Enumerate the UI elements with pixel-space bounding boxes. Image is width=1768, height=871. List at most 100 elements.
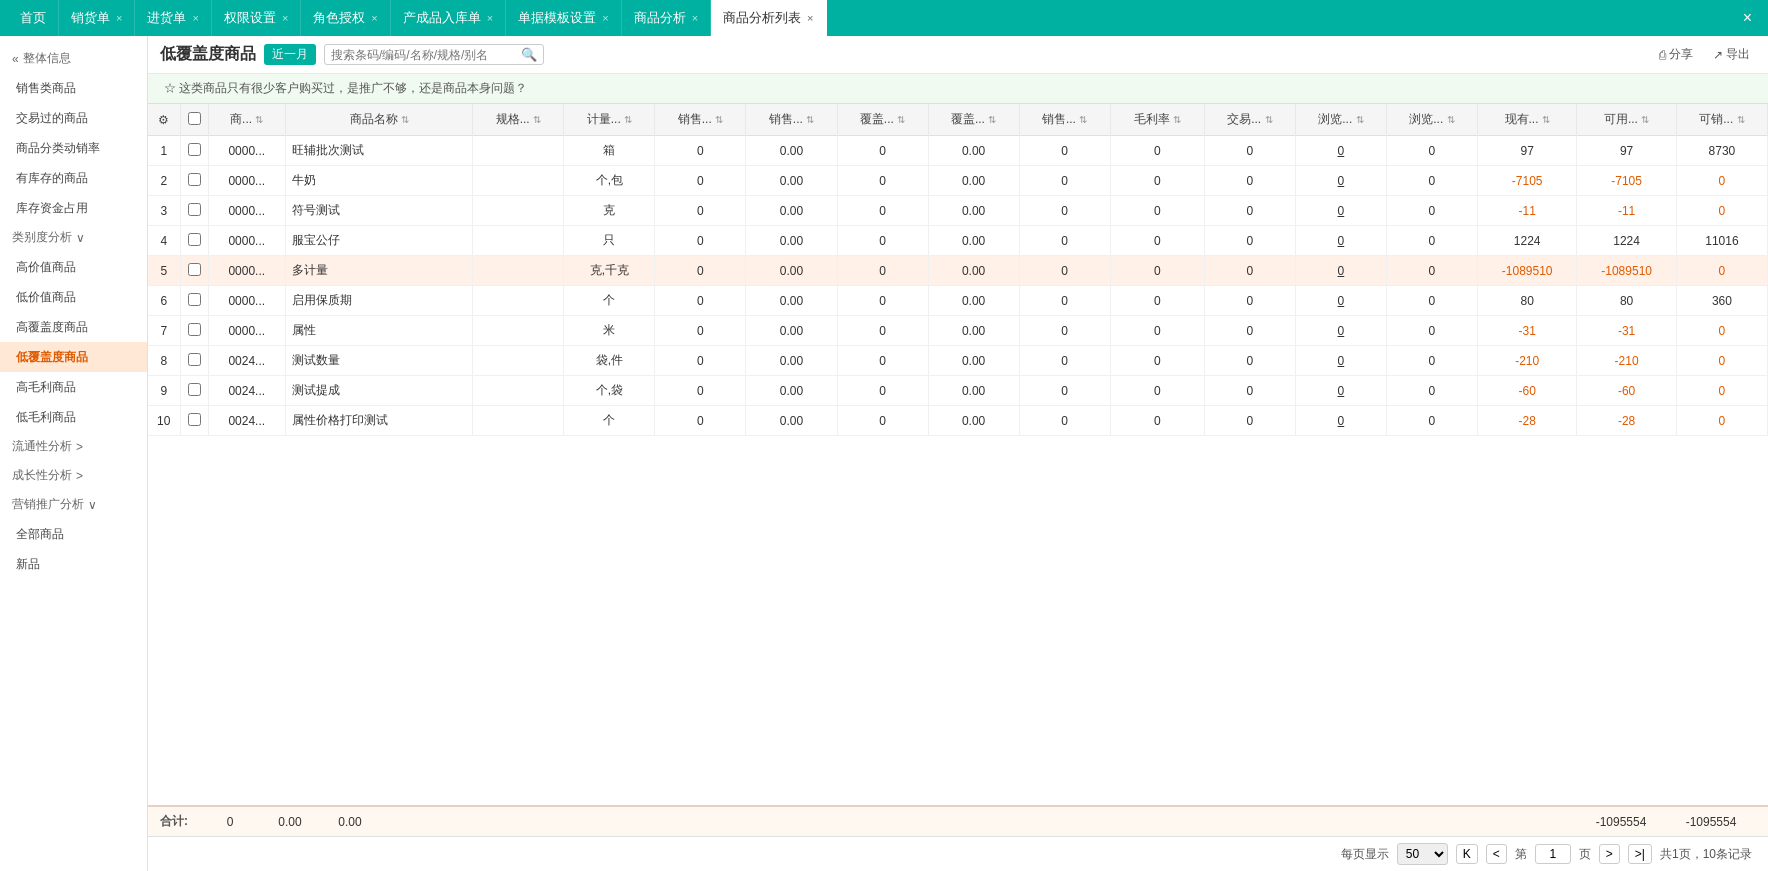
row-select-checkbox[interactable] xyxy=(188,323,201,336)
column-coverage2[interactable]: 覆盖... ⇅ xyxy=(928,104,1019,136)
next-page-button[interactable]: > xyxy=(1599,844,1620,864)
close-icon[interactable]: × xyxy=(116,12,122,24)
row-browse1[interactable]: 0 xyxy=(1295,286,1386,316)
sidebar-item-capital-occupancy[interactable]: 库存资金占用 xyxy=(0,193,147,223)
row-checkbox[interactable] xyxy=(180,226,208,256)
close-icon[interactable]: × xyxy=(807,12,813,24)
last-page-button[interactable]: >| xyxy=(1628,844,1652,864)
sidebar-item-high-margin[interactable]: 高毛利商品 xyxy=(0,372,147,402)
notice-bar: ☆ 这类商品只有很少客户购买过，是推广不够，还是商品本身问题？ xyxy=(148,74,1768,104)
row-checkbox[interactable] xyxy=(180,286,208,316)
column-checkbox[interactable] xyxy=(180,104,208,136)
row-browse1[interactable]: 0 xyxy=(1295,256,1386,286)
row-select-checkbox[interactable] xyxy=(188,413,201,426)
select-all-checkbox[interactable] xyxy=(188,112,201,125)
column-saleable[interactable]: 可销... ⇅ xyxy=(1676,104,1767,136)
sidebar-item-sales-goods[interactable]: 销售类商品 xyxy=(0,73,147,103)
column-gross-margin[interactable]: 毛利率 ⇅ xyxy=(1110,104,1204,136)
column-settings[interactable]: ⚙ xyxy=(148,104,180,136)
footer-s1: 0 xyxy=(200,815,260,829)
close-icon[interactable]: × xyxy=(487,12,493,24)
nav-product-analysis-list[interactable]: 商品分析列表 × xyxy=(711,0,826,36)
row-browse1[interactable]: 0 xyxy=(1295,226,1386,256)
row-checkbox[interactable] xyxy=(180,406,208,436)
row-tx: 0 xyxy=(1204,256,1295,286)
first-page-button[interactable]: K xyxy=(1456,844,1478,864)
row-select-checkbox[interactable] xyxy=(188,383,201,396)
sidebar-section-overview[interactable]: « 整体信息 xyxy=(0,44,147,73)
nav-sales[interactable]: 销货单 × xyxy=(59,0,135,36)
row-checkbox[interactable] xyxy=(180,316,208,346)
prev-page-button[interactable]: < xyxy=(1486,844,1507,864)
sidebar-item-high-value[interactable]: 高价值商品 xyxy=(0,252,147,282)
sidebar-item-high-coverage[interactable]: 高覆盖度商品 xyxy=(0,312,147,342)
column-name[interactable]: 商品名称 ⇅ xyxy=(286,104,473,136)
sidebar-section-marketing[interactable]: 营销推广分析 ∨ xyxy=(0,490,147,519)
sidebar-item-category-turnover[interactable]: 商品分类动销率 xyxy=(0,133,147,163)
nav-product-storage[interactable]: 产成品入库单 × xyxy=(391,0,506,36)
row-checkbox[interactable] xyxy=(180,136,208,166)
close-icon[interactable]: × xyxy=(692,12,698,24)
column-transaction[interactable]: 交易... ⇅ xyxy=(1204,104,1295,136)
nav-purchase[interactable]: 进货单 × xyxy=(135,0,211,36)
export-button[interactable]: ↗ 导出 xyxy=(1707,44,1756,65)
sidebar-section-category[interactable]: 类别度分析 ∨ xyxy=(0,223,147,252)
column-sales3[interactable]: 销售... ⇅ xyxy=(1019,104,1110,136)
sidebar-item-low-margin[interactable]: 低毛利商品 xyxy=(0,402,147,432)
row-browse1[interactable]: 0 xyxy=(1295,136,1386,166)
column-unit[interactable]: 计量... ⇅ xyxy=(564,104,655,136)
row-browse1[interactable]: 0 xyxy=(1295,376,1386,406)
close-icon[interactable]: × xyxy=(371,12,377,24)
content-header: 低覆盖度商品 近一月 🔍 ⎙ 分享 ↗ 导出 xyxy=(148,36,1768,74)
column-browse1[interactable]: 浏览... ⇅ xyxy=(1295,104,1386,136)
share-button[interactable]: ⎙ 分享 xyxy=(1653,44,1699,65)
sidebar-item-low-coverage[interactable]: 低覆盖度商品 xyxy=(0,342,147,372)
row-select-checkbox[interactable] xyxy=(188,293,201,306)
row-browse1[interactable]: 0 xyxy=(1295,346,1386,376)
column-spec[interactable]: 规格... ⇅ xyxy=(473,104,564,136)
sidebar-item-all-goods[interactable]: 全部商品 xyxy=(0,519,147,549)
nav-roles[interactable]: 角色授权 × xyxy=(301,0,390,36)
close-icon[interactable]: × xyxy=(282,12,288,24)
sidebar-item-traded-goods[interactable]: 交易过的商品 xyxy=(0,103,147,133)
row-browse1[interactable]: 0 xyxy=(1295,316,1386,346)
column-browse2[interactable]: 浏览... ⇅ xyxy=(1386,104,1477,136)
close-icon[interactable]: × xyxy=(192,12,198,24)
nav-template-settings[interactable]: 单据模板设置 × xyxy=(506,0,621,36)
row-browse1[interactable]: 0 xyxy=(1295,166,1386,196)
row-checkbox[interactable] xyxy=(180,196,208,226)
row-checkbox[interactable] xyxy=(180,166,208,196)
nav-home[interactable]: 首页 xyxy=(8,0,59,36)
row-checkbox[interactable] xyxy=(180,346,208,376)
sidebar-item-new-goods[interactable]: 新品 xyxy=(0,549,147,579)
column-sales2[interactable]: 销售... ⇅ xyxy=(746,104,837,136)
page-size-select[interactable]: 50 20 100 200 xyxy=(1397,843,1448,865)
row-select-checkbox[interactable] xyxy=(188,233,201,246)
row-select-checkbox[interactable] xyxy=(188,203,201,216)
window-close-button[interactable]: × xyxy=(1735,9,1760,27)
sidebar-item-low-value[interactable]: 低价值商品 xyxy=(0,282,147,312)
column-sales1[interactable]: 销售... ⇅ xyxy=(655,104,746,136)
sidebar-section-growth[interactable]: 成长性分析 > xyxy=(0,461,147,490)
sidebar-section-liquidity[interactable]: 流通性分析 > xyxy=(0,432,147,461)
column-available[interactable]: 可用... ⇅ xyxy=(1577,104,1676,136)
row-select-checkbox[interactable] xyxy=(188,263,201,276)
nav-permissions[interactable]: 权限设置 × xyxy=(212,0,301,36)
row-select-checkbox[interactable] xyxy=(188,353,201,366)
nav-product-analysis[interactable]: 商品分析 × xyxy=(622,0,711,36)
row-spec xyxy=(473,346,564,376)
current-page-input[interactable] xyxy=(1535,844,1571,864)
close-icon[interactable]: × xyxy=(602,12,608,24)
row-checkbox[interactable] xyxy=(180,376,208,406)
sidebar-item-in-stock-goods[interactable]: 有库存的商品 xyxy=(0,163,147,193)
column-coverage1[interactable]: 覆盖... ⇅ xyxy=(837,104,928,136)
row-checkbox[interactable] xyxy=(180,256,208,286)
row-select-checkbox[interactable] xyxy=(188,143,201,156)
column-code[interactable]: 商... ⇅ xyxy=(208,104,286,136)
time-filter-button[interactable]: 近一月 xyxy=(264,44,316,65)
row-select-checkbox[interactable] xyxy=(188,173,201,186)
search-input[interactable] xyxy=(331,48,521,62)
row-browse1[interactable]: 0 xyxy=(1295,196,1386,226)
column-stock[interactable]: 现有... ⇅ xyxy=(1477,104,1576,136)
row-browse1[interactable]: 0 xyxy=(1295,406,1386,436)
